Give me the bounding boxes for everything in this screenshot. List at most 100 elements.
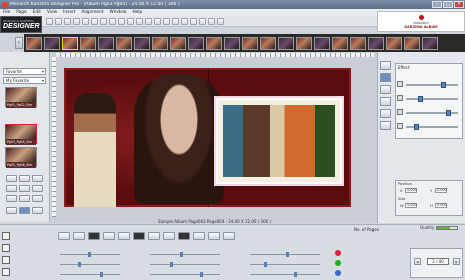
tool-button[interactable] bbox=[32, 207, 43, 214]
rotate-icon[interactable] bbox=[154, 17, 161, 25]
page-thumbnail[interactable] bbox=[206, 36, 222, 50]
flip-icon[interactable] bbox=[163, 17, 170, 25]
bottom-slider[interactable] bbox=[150, 262, 220, 267]
copy-icon[interactable] bbox=[100, 17, 107, 25]
delete-icon[interactable] bbox=[118, 17, 125, 25]
menu-edit[interactable]: Edit bbox=[33, 10, 41, 15]
page-thumbnail[interactable] bbox=[62, 36, 78, 50]
slider-knob[interactable] bbox=[441, 82, 446, 88]
page-thumbnail[interactable] bbox=[152, 36, 168, 50]
paste-icon[interactable] bbox=[109, 17, 116, 25]
text-icon[interactable] bbox=[127, 17, 134, 25]
image-icon[interactable] bbox=[136, 17, 143, 25]
redo-icon[interactable] bbox=[82, 17, 89, 25]
align-center-button[interactable] bbox=[73, 232, 85, 240]
menu-insert[interactable]: Insert bbox=[63, 10, 75, 15]
align-right-button[interactable] bbox=[103, 232, 115, 240]
settings-icon[interactable] bbox=[217, 17, 224, 25]
frame-button[interactable] bbox=[118, 232, 130, 240]
close-button[interactable]: × bbox=[454, 1, 464, 8]
shadow-button[interactable] bbox=[133, 232, 145, 240]
minimize-button[interactable]: – bbox=[432, 1, 442, 8]
properties-tab[interactable] bbox=[380, 73, 391, 82]
maximize-button[interactable]: □ bbox=[443, 1, 453, 8]
slider-knob[interactable] bbox=[414, 124, 419, 130]
effect-slider[interactable] bbox=[397, 123, 458, 130]
print-icon[interactable] bbox=[199, 17, 206, 25]
lock-button[interactable] bbox=[193, 232, 205, 240]
bottom-slider[interactable] bbox=[250, 252, 320, 257]
properties-tab[interactable] bbox=[380, 121, 391, 130]
mask-button[interactable] bbox=[88, 232, 100, 240]
tool-button[interactable] bbox=[6, 207, 17, 214]
menu-help[interactable]: Help bbox=[132, 10, 142, 15]
bottom-slider[interactable] bbox=[150, 252, 220, 257]
tool-button[interactable] bbox=[32, 195, 43, 202]
tool-button[interactable] bbox=[19, 207, 30, 214]
subcategory-select[interactable]: My Favorite ▾ bbox=[3, 77, 46, 84]
tool-button[interactable] bbox=[19, 195, 30, 202]
page-thumbnail[interactable] bbox=[332, 36, 348, 50]
effect-button[interactable] bbox=[178, 232, 190, 240]
page-thumbnail[interactable] bbox=[422, 36, 438, 50]
page-thumbnail[interactable] bbox=[368, 36, 384, 50]
page-thumbnail[interactable] bbox=[116, 36, 132, 50]
groom-photo[interactable] bbox=[74, 93, 116, 207]
group-button[interactable] bbox=[208, 232, 220, 240]
y-field[interactable]: 0.000 bbox=[435, 188, 447, 193]
page-thumbnail[interactable] bbox=[80, 36, 96, 50]
template-thumbnail[interactable]: Pg05_Pg06_Sim bbox=[5, 147, 37, 168]
flip-v-button[interactable] bbox=[163, 232, 175, 240]
page-thumbnail[interactable] bbox=[260, 36, 276, 50]
album-spread-canvas[interactable] bbox=[64, 68, 351, 207]
effect-slider[interactable] bbox=[397, 95, 458, 102]
bottom-slider[interactable] bbox=[250, 272, 320, 277]
page-thumbnail[interactable] bbox=[26, 36, 42, 50]
properties-tab[interactable] bbox=[380, 97, 391, 106]
blue-channel-icon[interactable] bbox=[335, 270, 341, 276]
tool-button[interactable] bbox=[32, 185, 43, 192]
save-icon[interactable] bbox=[64, 17, 71, 25]
menu-window[interactable]: Window bbox=[109, 10, 126, 15]
page-thumbnail[interactable] bbox=[224, 36, 240, 50]
zoom-icon[interactable] bbox=[2, 256, 10, 264]
hand-icon[interactable] bbox=[2, 244, 10, 252]
open-icon[interactable] bbox=[55, 17, 62, 25]
page-thumbnail[interactable] bbox=[134, 36, 150, 50]
template-thumbnail[interactable]: Pg01_Pg02_Sim bbox=[5, 87, 37, 108]
prev-page-button[interactable]: ◂ bbox=[414, 258, 421, 265]
properties-tab[interactable] bbox=[380, 61, 391, 70]
zoom-in-icon[interactable] bbox=[181, 17, 188, 25]
tool-button[interactable] bbox=[19, 175, 30, 182]
new-icon[interactable] bbox=[46, 17, 53, 25]
green-channel-icon[interactable] bbox=[335, 260, 341, 266]
page-thumbnail[interactable] bbox=[98, 36, 114, 50]
bottom-slider[interactable] bbox=[60, 262, 120, 267]
pointer-icon[interactable] bbox=[2, 232, 10, 240]
bottom-slider[interactable] bbox=[60, 252, 120, 257]
tool-button[interactable] bbox=[6, 195, 17, 202]
align-icon[interactable] bbox=[172, 17, 179, 25]
page-thumbnail[interactable] bbox=[242, 36, 258, 50]
bride-photo[interactable] bbox=[134, 74, 224, 204]
h-field[interactable]: 0.000 bbox=[435, 203, 447, 208]
menu-page[interactable]: Page bbox=[16, 10, 26, 15]
ungroup-button[interactable] bbox=[223, 232, 235, 240]
page-thumbnail[interactable] bbox=[350, 36, 366, 50]
page-thumbnail[interactable] bbox=[44, 36, 60, 50]
zoom-out-icon[interactable] bbox=[190, 17, 197, 25]
bottom-slider[interactable] bbox=[250, 262, 320, 267]
strip-prev-button[interactable]: ‹ bbox=[15, 37, 23, 49]
next-page-button[interactable]: ▸ bbox=[453, 258, 460, 265]
tool-button[interactable] bbox=[6, 185, 17, 192]
page-thumbnail[interactable] bbox=[314, 36, 330, 50]
page-thumbnail[interactable] bbox=[386, 36, 402, 50]
flip-h-button[interactable] bbox=[148, 232, 160, 240]
bottom-slider[interactable] bbox=[150, 272, 220, 277]
cut-icon[interactable] bbox=[91, 17, 98, 25]
crop-icon[interactable] bbox=[145, 17, 152, 25]
slider-knob[interactable] bbox=[418, 96, 423, 102]
bottom-slider[interactable] bbox=[60, 272, 120, 277]
template-thumbnail[interactable]: Pg03_Pg04_Sim bbox=[5, 124, 37, 145]
effect-slider[interactable] bbox=[397, 81, 458, 88]
